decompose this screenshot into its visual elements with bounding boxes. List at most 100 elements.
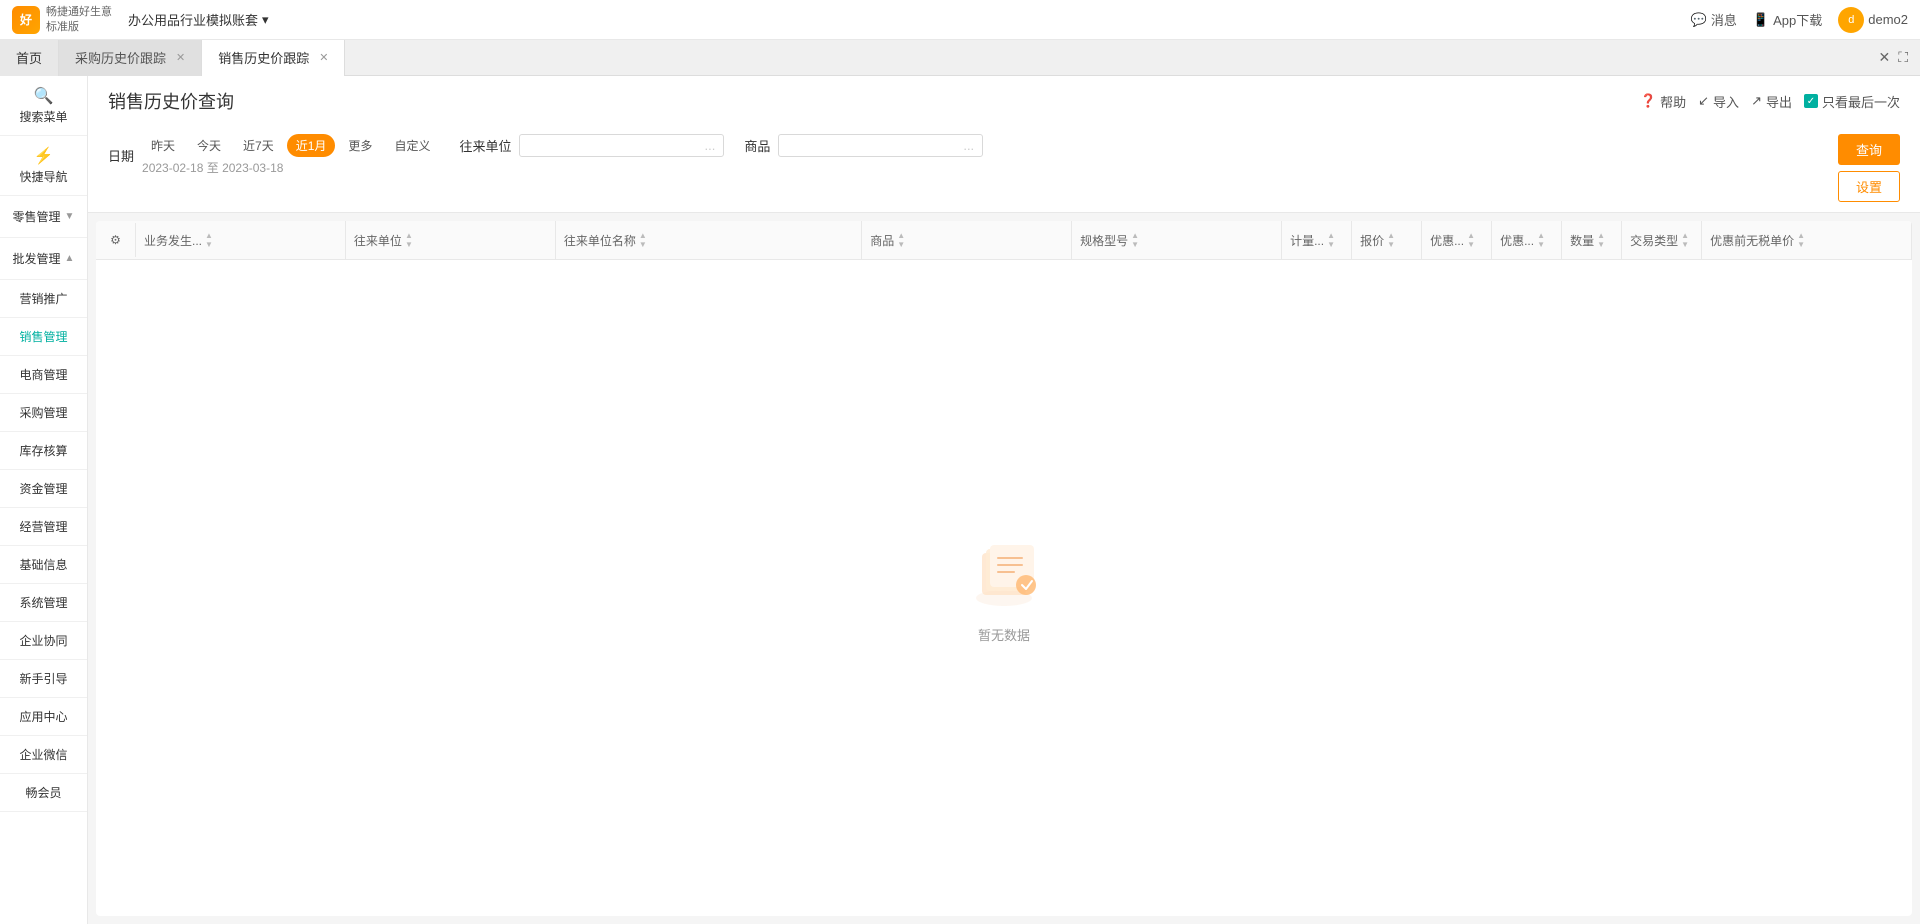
sidebar-item-purchase[interactable]: 采购管理: [0, 394, 87, 432]
th-partner[interactable]: 往来单位 ▲▼: [346, 221, 556, 259]
th-discount1[interactable]: 优惠... ▲▼: [1422, 221, 1492, 259]
header-left: 好 畅捷通好生意 标准版 办公用品行业模拟账套 ▾: [12, 5, 277, 34]
th-pretax-price[interactable]: 优惠前无税单价 ▲▼: [1702, 221, 1912, 259]
product-input-wrapper[interactable]: ...: [778, 134, 983, 157]
product-search-dots[interactable]: ...: [963, 138, 974, 153]
filter-action-buttons: 查询 设置: [1838, 134, 1900, 202]
message-button[interactable]: 💬 消息: [1691, 10, 1737, 29]
logo-text: 畅捷通好生意 标准版: [46, 5, 112, 34]
sidebar-item-ecommerce[interactable]: 电商管理: [0, 356, 87, 394]
date-buttons-group: 昨天 今天 近7天 近1月 更多 自定义 2023-02-18 至 2023-0…: [142, 134, 439, 176]
sidebar-item-search[interactable]: 🔍 搜索菜单: [0, 76, 87, 136]
sidebar-item-operations[interactable]: 经营管理: [0, 508, 87, 546]
th-spec[interactable]: 规格型号 ▲▼: [1072, 221, 1282, 259]
user-menu[interactable]: d demo2: [1838, 7, 1908, 33]
close-window-button[interactable]: ✕: [1878, 49, 1890, 66]
search-icon: 🔍: [34, 86, 54, 106]
app-selector[interactable]: 办公用品行业模拟账套 ▾: [120, 10, 277, 29]
import-icon: ↙: [1698, 93, 1709, 109]
sidebar-item-retail[interactable]: 零售管理 ▼: [0, 196, 87, 238]
sort-icon-10: ▲▼: [1597, 231, 1605, 249]
filter-row: 日期 昨天 今天 近7天 近1月 更多 自定义 2023-02-18 至 202…: [108, 124, 1900, 212]
sidebar-item-member[interactable]: 畅会员: [0, 774, 87, 812]
sort-icon-5: ▲▼: [1131, 231, 1139, 249]
date-btn-1month[interactable]: 近1月: [287, 134, 336, 157]
date-btn-more[interactable]: 更多: [339, 134, 381, 157]
page-title-row: 销售历史价查询 ❓ 帮助 ↙ 导入 ↗ 导出 ✓: [108, 88, 1900, 124]
date-btn-custom[interactable]: 自定义: [385, 134, 439, 157]
partner-input[interactable]: [528, 138, 704, 153]
th-gear[interactable]: ⚙: [96, 223, 136, 257]
export-button[interactable]: ↗ 导出: [1751, 92, 1792, 111]
sidebar-item-shortcut[interactable]: ⚡ 快捷导航: [0, 136, 87, 196]
sidebar-item-marketing[interactable]: 营销推广: [0, 280, 87, 318]
th-partner-name[interactable]: 往来单位名称 ▲▼: [556, 221, 862, 259]
th-trade-type[interactable]: 交易类型 ▲▼: [1622, 221, 1702, 259]
export-icon: ↗: [1751, 93, 1762, 109]
th-business-date[interactable]: 业务发生... ▲▼: [136, 221, 346, 259]
empty-illustration: [964, 533, 1044, 613]
th-quoted-price[interactable]: 报价 ▲▼: [1352, 221, 1422, 259]
partner-filter: 往来单位 ...: [459, 134, 724, 157]
page-title: 销售历史价查询: [108, 88, 234, 114]
sidebar-item-sales[interactable]: 销售管理: [0, 318, 87, 356]
setting-button[interactable]: 设置: [1838, 171, 1900, 202]
top-header: 好 畅捷通好生意 标准版 办公用品行业模拟账套 ▾ 💬 消息 📱 App下载 d…: [0, 0, 1920, 40]
table-header: ⚙ 业务发生... ▲▼ 往来单位 ▲▼ 往来单位名称 ▲▼ 商品 ▲▼: [96, 221, 1912, 260]
sidebar-item-newcomer[interactable]: 新手引导: [0, 660, 87, 698]
app-download-button[interactable]: 📱 App下载: [1753, 10, 1822, 29]
query-button[interactable]: 查询: [1838, 134, 1900, 165]
sort-icon-6: ▲▼: [1327, 231, 1335, 249]
close-tab2-button[interactable]: ✕: [319, 51, 328, 64]
sidebar-item-basic[interactable]: 基础信息: [0, 546, 87, 584]
product-input[interactable]: [787, 138, 963, 153]
sort-icon-9: ▲▼: [1537, 231, 1545, 249]
sidebar: 🔍 搜索菜单 ⚡ 快捷导航 零售管理 ▼ 批发管理 ▲ 营销推广 销售管理 电商…: [0, 76, 88, 924]
sidebar-item-inventory[interactable]: 库存核算: [0, 432, 87, 470]
import-button[interactable]: ↙ 导入: [1698, 92, 1739, 111]
content-area: 销售历史价查询 ❓ 帮助 ↙ 导入 ↗ 导出 ✓: [88, 76, 1920, 924]
message-icon: 💬: [1691, 12, 1707, 28]
main-layout: 🔍 搜索菜单 ⚡ 快捷导航 零售管理 ▼ 批发管理 ▲ 营销推广 销售管理 电商…: [0, 76, 1920, 924]
date-btn-7days[interactable]: 近7天: [234, 134, 283, 157]
th-discount2[interactable]: 优惠... ▲▼: [1492, 221, 1562, 259]
sidebar-item-wechat[interactable]: 企业微信: [0, 736, 87, 774]
sort-icon-2: ▲▼: [405, 231, 413, 249]
avatar: d: [1838, 7, 1864, 33]
date-filter: 日期 昨天 今天 近7天 近1月 更多 自定义 2023-02-18 至 202…: [108, 134, 439, 176]
only-last-checkbox[interactable]: ✓ 只看最后一次: [1804, 92, 1900, 111]
product-filter: 商品 ...: [744, 134, 983, 157]
tab-sales-history[interactable]: 销售历史价跟踪 ✕: [202, 40, 345, 76]
date-btn-today[interactable]: 今天: [188, 134, 230, 157]
sidebar-item-system[interactable]: 系统管理: [0, 584, 87, 622]
partner-input-wrapper[interactable]: ...: [519, 134, 724, 157]
tab-home[interactable]: 首页: [0, 40, 59, 76]
window-controls: ✕ ⛶: [1866, 49, 1920, 66]
sort-icon-12: ▲▼: [1797, 231, 1805, 249]
header-right: 💬 消息 📱 App下载 d demo2: [1691, 7, 1908, 33]
help-button[interactable]: ❓ 帮助: [1640, 92, 1686, 111]
page-header: 销售历史价查询 ❓ 帮助 ↙ 导入 ↗ 导出 ✓: [88, 76, 1920, 213]
tab-purchase-history[interactable]: 采购历史价跟踪 ✕: [59, 40, 202, 76]
th-unit[interactable]: 计量... ▲▼: [1282, 221, 1352, 259]
th-qty[interactable]: 数量 ▲▼: [1562, 221, 1622, 259]
date-btn-yesterday[interactable]: 昨天: [142, 134, 184, 157]
empty-text: 暂无数据: [978, 625, 1030, 644]
sort-icon-3: ▲▼: [639, 231, 647, 249]
checkbox-icon: ✓: [1804, 94, 1818, 108]
empty-state: 暂无数据: [96, 260, 1912, 916]
close-tab1-button[interactable]: ✕: [176, 51, 185, 64]
th-product[interactable]: 商品 ▲▼: [862, 221, 1072, 259]
date-range-text: 2023-02-18 至 2023-03-18: [142, 159, 439, 176]
sort-icon: ▲▼: [205, 231, 213, 249]
sidebar-item-enterprise[interactable]: 企业协同: [0, 622, 87, 660]
partner-search-dots[interactable]: ...: [704, 138, 715, 153]
sidebar-item-appstore[interactable]: 应用中心: [0, 698, 87, 736]
sidebar-item-finance[interactable]: 资金管理: [0, 470, 87, 508]
chevron-up-icon-2: ▲: [65, 253, 75, 264]
date-buttons: 昨天 今天 近7天 近1月 更多 自定义: [142, 134, 439, 157]
sort-icon-4: ▲▼: [897, 231, 905, 249]
chevron-down-icon: ▾: [262, 12, 269, 28]
sidebar-item-wholesale[interactable]: 批发管理 ▲: [0, 238, 87, 280]
maximize-window-button[interactable]: ⛶: [1898, 49, 1908, 66]
